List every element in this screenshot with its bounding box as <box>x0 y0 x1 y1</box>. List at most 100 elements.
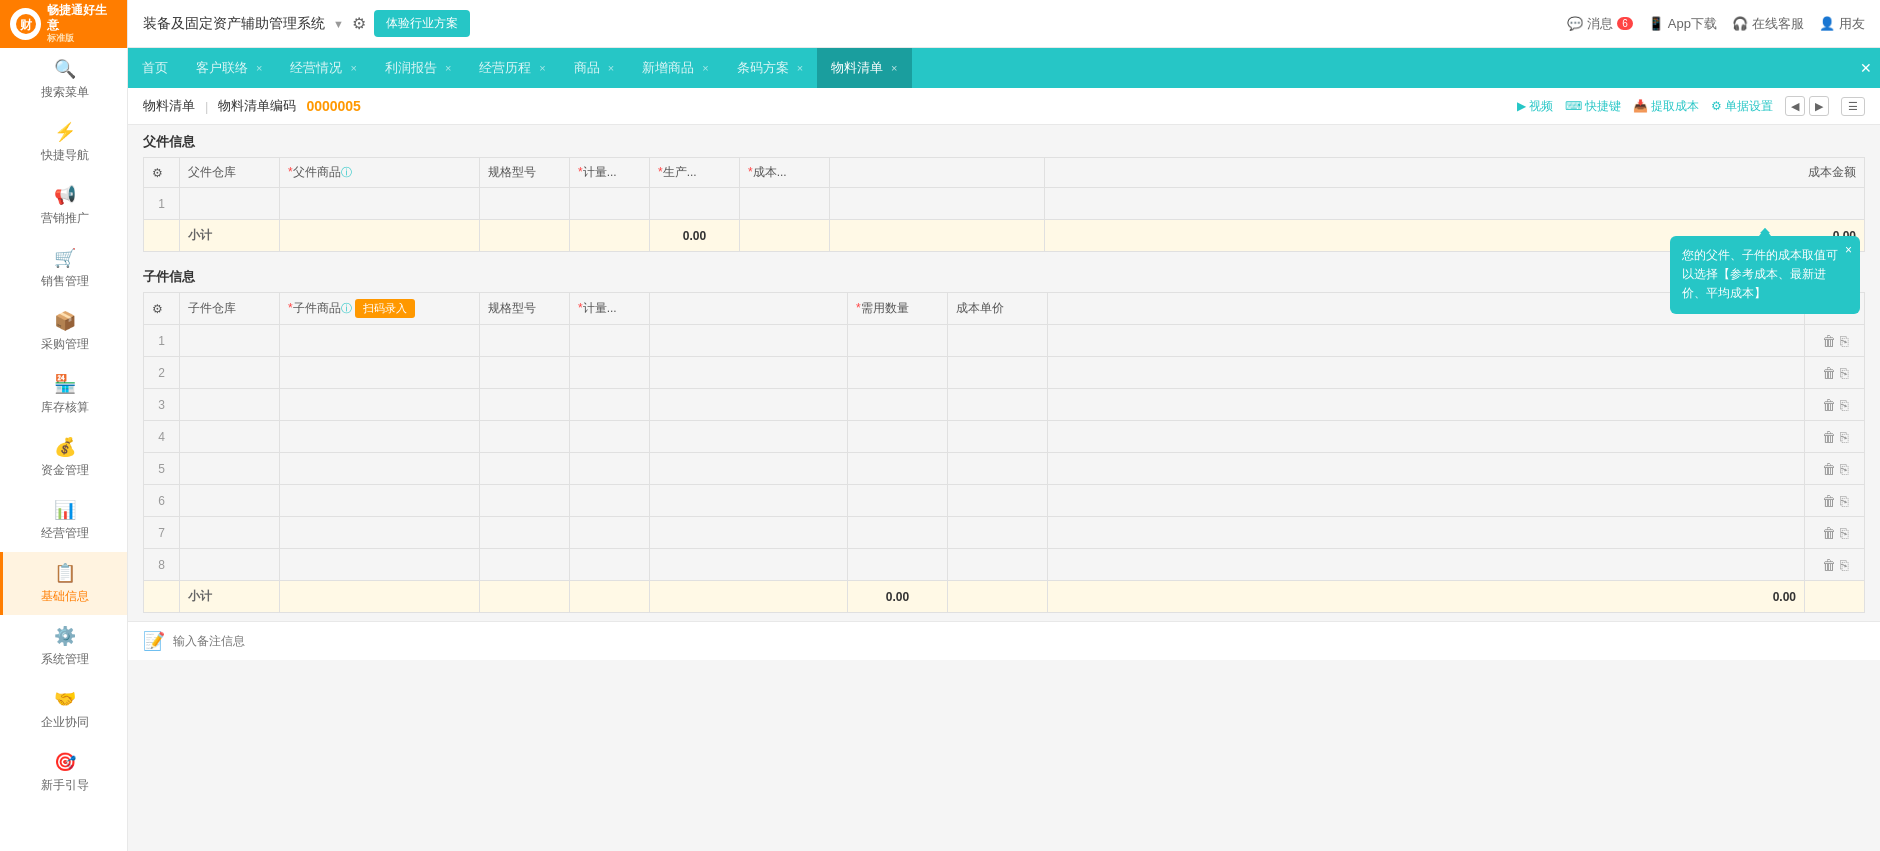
child-qty-cell-4[interactable] <box>847 421 947 453</box>
child-warehouse-cell-8[interactable] <box>180 549 280 581</box>
parent-amount-cell[interactable] <box>1044 188 1864 220</box>
delete-icon-1[interactable]: 🗑 <box>1822 333 1836 349</box>
prev-arrow[interactable]: ◀ <box>1785 96 1805 116</box>
copy-icon-1[interactable]: ⎘ <box>1840 333 1848 349</box>
child-warehouse-cell-1[interactable] <box>180 325 280 357</box>
message-item[interactable]: 💬 消息 6 <box>1567 15 1633 33</box>
child-spec-cell-3[interactable] <box>480 389 570 421</box>
copy-icon-2[interactable]: ⎘ <box>1840 365 1848 381</box>
child-spec-cell-7[interactable] <box>480 517 570 549</box>
scan-button[interactable]: 扫码录入 <box>355 299 415 318</box>
child-qty-cell-7[interactable] <box>847 517 947 549</box>
sidebar-item-finance[interactable]: 💰 资金管理 <box>0 426 127 489</box>
tab-new-products-close[interactable]: × <box>702 62 708 74</box>
child-unit-cell-1[interactable] <box>570 325 650 357</box>
child-extra-cell-5[interactable] <box>650 453 848 485</box>
tab-products[interactable]: 商品 × <box>560 48 628 88</box>
child-product-cell-5[interactable] <box>280 453 480 485</box>
parent-spec-cell[interactable] <box>480 188 570 220</box>
child-qty-cell-2[interactable] <box>847 357 947 389</box>
child-spec-cell-8[interactable] <box>480 549 570 581</box>
child-product-cell-8[interactable] <box>280 549 480 581</box>
child-extra-cell-4[interactable] <box>650 421 848 453</box>
tab-operations-history[interactable]: 经营历程 × <box>465 48 559 88</box>
tab-profit-report[interactable]: 利润报告 × <box>371 48 465 88</box>
child-warehouse-cell-4[interactable] <box>180 421 280 453</box>
sidebar-item-basic-info[interactable]: 📋 基础信息 <box>0 552 127 615</box>
child-unitcost-cell-6[interactable] <box>947 485 1047 517</box>
copy-icon-3[interactable]: ⎘ <box>1840 397 1848 413</box>
note-input[interactable] <box>173 634 1865 648</box>
child-unitcost-cell-4[interactable] <box>947 421 1047 453</box>
child-qty-cell-3[interactable] <box>847 389 947 421</box>
child-warehouse-cell-3[interactable] <box>180 389 280 421</box>
tab-ops-close[interactable]: × <box>350 62 356 74</box>
child-unitcost-cell-8[interactable] <box>947 549 1047 581</box>
sidebar-item-inventory[interactable]: 🏪 库存核算 <box>0 363 127 426</box>
delete-icon-7[interactable]: 🗑 <box>1822 525 1836 541</box>
sidebar-item-operations[interactable]: 📊 经营管理 <box>0 489 127 552</box>
child-unitcost-cell-1[interactable] <box>947 325 1047 357</box>
parent-product-cell[interactable] <box>280 188 480 220</box>
delete-icon-5[interactable]: 🗑 <box>1822 461 1836 477</box>
child-extra-cell-6[interactable] <box>650 485 848 517</box>
child-amount-cell-8[interactable] <box>1047 549 1804 581</box>
child-unit-cell-8[interactable] <box>570 549 650 581</box>
list-view-btn[interactable]: ☰ <box>1841 97 1865 116</box>
tab-history-close[interactable]: × <box>539 62 545 74</box>
child-unit-cell-5[interactable] <box>570 453 650 485</box>
child-unit-cell-2[interactable] <box>570 357 650 389</box>
child-unit-cell-4[interactable] <box>570 421 650 453</box>
extract-cost-btn[interactable]: 📥 提取成本 <box>1633 98 1699 115</box>
tooltip-close-btn[interactable]: × <box>1845 241 1852 260</box>
tab-operations-status[interactable]: 经营情况 × <box>276 48 370 88</box>
parent-warehouse-cell[interactable] <box>180 188 280 220</box>
child-unitcost-cell-5[interactable] <box>947 453 1047 485</box>
sidebar-item-quick-nav[interactable]: ⚡ 快捷导航 <box>0 111 127 174</box>
th-settings[interactable]: ⚙ <box>144 158 180 188</box>
sidebar-item-guide[interactable]: 🎯 新手引导 <box>0 741 127 804</box>
child-unitcost-cell-7[interactable] <box>947 517 1047 549</box>
child-extra-cell-2[interactable] <box>650 357 848 389</box>
child-extra-cell-3[interactable] <box>650 389 848 421</box>
child-unitcost-cell-2[interactable] <box>947 357 1047 389</box>
child-amount-cell-1[interactable] <box>1047 325 1804 357</box>
child-product-cell-1[interactable] <box>280 325 480 357</box>
child-unit-cell-6[interactable] <box>570 485 650 517</box>
copy-icon-6[interactable]: ⎘ <box>1840 493 1848 509</box>
sidebar-item-enterprise[interactable]: 🤝 企业协同 <box>0 678 127 741</box>
delete-icon-8[interactable]: 🗑 <box>1822 557 1836 573</box>
child-qty-cell-5[interactable] <box>847 453 947 485</box>
child-amount-cell-5[interactable] <box>1047 453 1804 485</box>
sidebar-item-purchase[interactable]: 📦 采购管理 <box>0 300 127 363</box>
child-warehouse-cell-5[interactable] <box>180 453 280 485</box>
child-spec-cell-1[interactable] <box>480 325 570 357</box>
copy-icon-5[interactable]: ⎘ <box>1840 461 1848 477</box>
child-amount-cell-6[interactable] <box>1047 485 1804 517</box>
parent-extra-cell[interactable] <box>830 188 1045 220</box>
sidebar-item-sales[interactable]: 🛒 销售管理 <box>0 237 127 300</box>
copy-icon-8[interactable]: ⎘ <box>1840 557 1848 573</box>
child-extra-cell-8[interactable] <box>650 549 848 581</box>
child-extra-cell-7[interactable] <box>650 517 848 549</box>
tab-customer[interactable]: 客户联络 × <box>182 48 276 88</box>
app-download-item[interactable]: 📱 App下载 <box>1648 15 1717 33</box>
delete-icon-4[interactable]: 🗑 <box>1822 429 1836 445</box>
tab-profit-close[interactable]: × <box>445 62 451 74</box>
tab-barcode[interactable]: 条码方案 × <box>723 48 817 88</box>
close-all-tabs[interactable]: ✕ <box>1852 60 1880 76</box>
child-spec-cell-6[interactable] <box>480 485 570 517</box>
delete-icon-3[interactable]: 🗑 <box>1822 397 1836 413</box>
child-unit-cell-3[interactable] <box>570 389 650 421</box>
online-service-item[interactable]: 🎧 在线客服 <box>1732 15 1804 33</box>
child-spec-cell-4[interactable] <box>480 421 570 453</box>
child-qty-cell-1[interactable] <box>847 325 947 357</box>
child-warehouse-cell-2[interactable] <box>180 357 280 389</box>
tab-home[interactable]: 首页 <box>128 48 182 88</box>
view-video-btn[interactable]: ▶ 视频 <box>1517 98 1553 115</box>
tab-new-products[interactable]: 新增商品 × <box>628 48 722 88</box>
tab-customer-close[interactable]: × <box>256 62 262 74</box>
child-amount-cell-7[interactable] <box>1047 517 1804 549</box>
child-warehouse-cell-7[interactable] <box>180 517 280 549</box>
child-th-settings[interactable]: ⚙ <box>144 293 180 325</box>
